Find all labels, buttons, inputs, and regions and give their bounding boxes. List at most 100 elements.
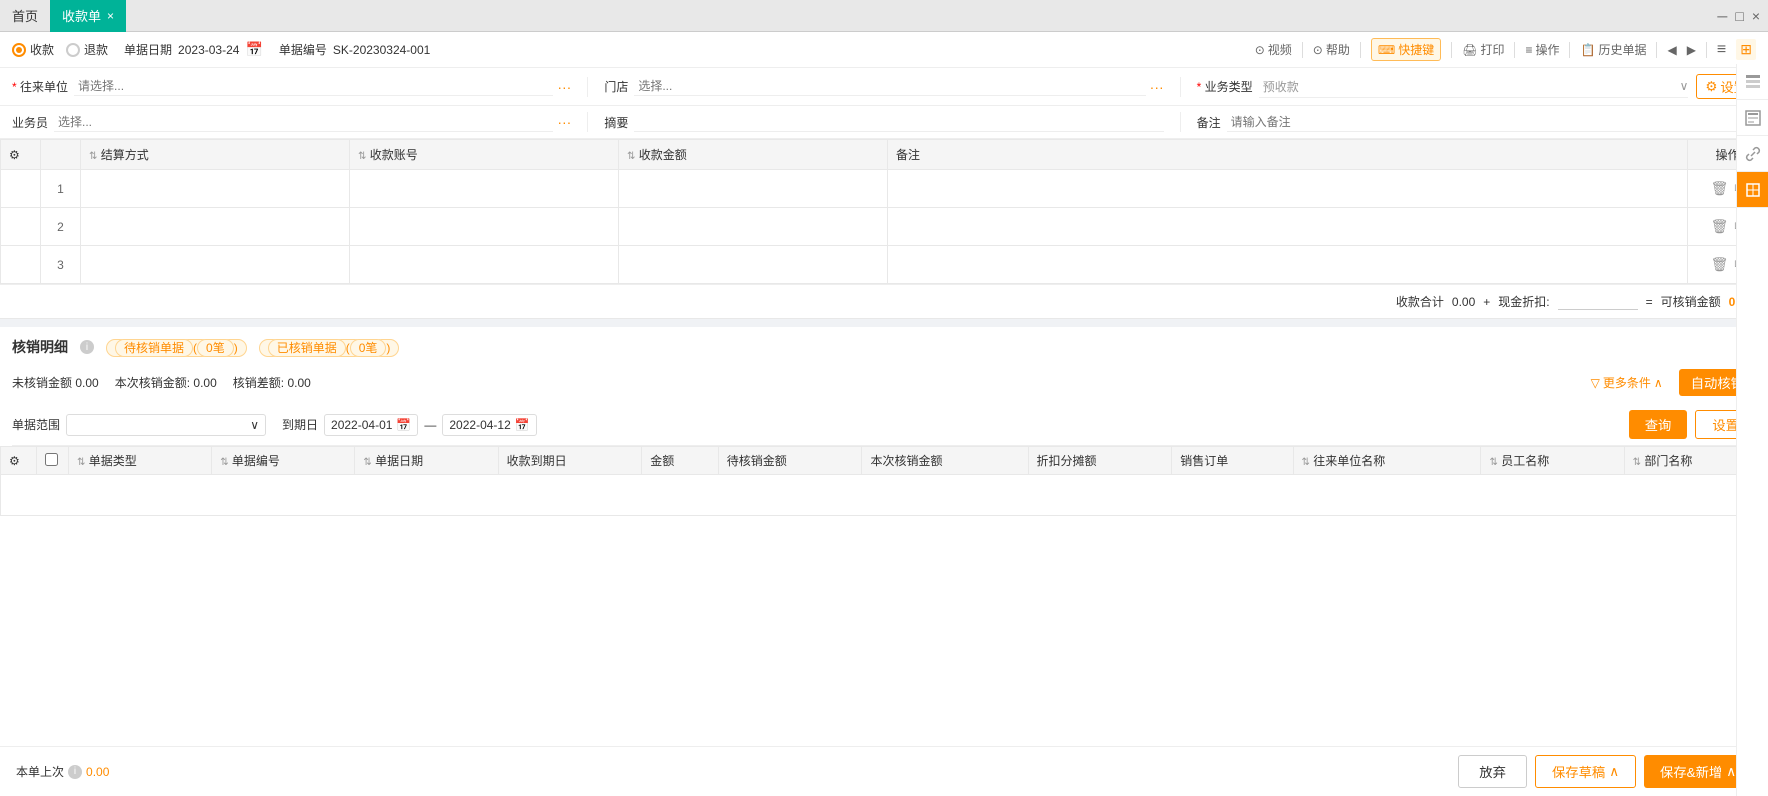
nav-prev-icon[interactable]: ◀	[1667, 43, 1676, 57]
store-more-btn[interactable]: ···	[1150, 79, 1164, 95]
calendar-end-icon[interactable]: 📅	[515, 418, 530, 432]
sort-staff-name: ⇅	[1489, 457, 1497, 468]
vendor-more-btn[interactable]: ···	[557, 79, 571, 95]
bth-settings[interactable]: ⚙	[1, 447, 37, 475]
td-num-1: 1	[41, 170, 81, 208]
bth-amount: 金额	[642, 447, 719, 475]
filter-row: 单据范围 ∨ 到期日 2022-04-01 📅 — 2022-04-12 📅	[12, 404, 1756, 446]
more-conditions-btn[interactable]: ▽ 更多条件 ∧	[1591, 374, 1663, 391]
td-remarks-2[interactable]	[888, 208, 1688, 246]
main-content: 收款 退款 单据日期 2023-03-24 📅 单据编号 SK-20230324…	[0, 32, 1768, 796]
biz-type-label: 业务类型	[1197, 78, 1253, 95]
select-all-checkbox[interactable]	[45, 453, 58, 466]
calendar-start-icon[interactable]: 📅	[396, 418, 411, 432]
remarks-input[interactable]	[1227, 113, 1756, 132]
delete-icon-3[interactable]: 🗑	[1711, 256, 1729, 273]
form-sep1	[587, 77, 588, 97]
save-new-arrow-icon[interactable]: ∧	[1726, 764, 1736, 780]
bth-checkbox[interactable]	[37, 447, 69, 475]
td-settlement-1[interactable]	[81, 170, 350, 208]
date-calendar-icon[interactable]: 📅	[245, 41, 262, 58]
td-amount-1[interactable]	[619, 170, 888, 208]
vendor-input[interactable]	[74, 77, 553, 96]
staff-input[interactable]	[54, 113, 553, 132]
action-help[interactable]: ⊙ 帮助	[1313, 41, 1350, 58]
td-settings-2	[1, 208, 41, 246]
td-remarks-1[interactable]	[888, 170, 1688, 208]
tab-close-icon[interactable]: ×	[107, 9, 114, 23]
action-ops[interactable]: ≡ 操作	[1525, 41, 1559, 58]
tab-pending[interactable]: 待核销单据(0笔)	[106, 339, 247, 356]
divider7	[1706, 42, 1707, 58]
biz-type-select[interactable]: 预收款 ∨	[1259, 76, 1689, 98]
bth-due-date-label: 收款到期日	[507, 454, 567, 468]
td-amount-2[interactable]	[619, 208, 888, 246]
th-settlement: ⇅ 结算方式	[81, 140, 350, 170]
divider3	[1451, 42, 1452, 58]
bth-discount: 折扣分摊额	[1028, 447, 1172, 475]
store-input[interactable]	[634, 77, 1145, 96]
biz-type-field: 业务类型 预收款 ∨ ⚙ 设置	[1197, 74, 1756, 99]
td-account-1[interactable]	[350, 170, 619, 208]
unchecked-value: 0.00	[75, 376, 98, 390]
right-sidebar	[1736, 64, 1768, 796]
divider1	[1302, 42, 1303, 58]
save-draft-arrow-icon[interactable]: ∧	[1609, 764, 1619, 780]
sidebar-icon-expand[interactable]	[1737, 172, 1768, 208]
top-form: 收款 退款 单据日期 2023-03-24 📅 单据编号 SK-20230324…	[0, 32, 1768, 319]
save-draft-btn[interactable]: 保存草稿 ∧	[1535, 755, 1636, 788]
staff-field: 业务员 ···	[12, 113, 571, 132]
action-shortcut[interactable]: ⌨ 快捷键	[1371, 38, 1441, 61]
action-history[interactable]: 📋 历史单据	[1580, 41, 1646, 58]
due-date-label: 到期日	[282, 416, 318, 433]
list-view-icon[interactable]: ≡	[1717, 41, 1726, 59]
td-amount-3[interactable]	[619, 246, 888, 284]
date-end-input[interactable]: 2022-04-12 📅	[442, 414, 536, 436]
td-settlement-2[interactable]	[81, 208, 350, 246]
bth-sales-order: 销售订单	[1172, 447, 1293, 475]
radio-refund-label: 退款	[84, 41, 108, 58]
td-remarks-3[interactable]	[888, 246, 1688, 284]
verify-info-icon[interactable]: i	[80, 340, 94, 354]
radio-refund[interactable]: 退款	[66, 41, 108, 58]
date-range-separator: —	[424, 418, 436, 432]
window-max-icon[interactable]: □	[1735, 8, 1743, 24]
td-settlement-3[interactable]	[81, 246, 350, 284]
equals-sign: =	[1646, 295, 1653, 309]
discount-input[interactable]	[1558, 294, 1638, 310]
date-start-input[interactable]: 2022-04-01 📅	[324, 414, 418, 436]
form-icon	[1745, 110, 1761, 126]
radio-collect-label: 收款	[30, 41, 54, 58]
form-row-1: 往来单位 ··· 门店 ··· 业务类型 预收款 ∨ ⚙ 设置	[0, 68, 1768, 106]
sidebar-icon-link[interactable]	[1737, 136, 1768, 172]
tab-done[interactable]: 已核销单据(0笔)	[259, 339, 400, 356]
nav-next-icon[interactable]: ▶	[1687, 43, 1696, 57]
tab-home[interactable]: 首页	[0, 0, 50, 32]
header-row: 收款 退款 单据日期 2023-03-24 📅 单据编号 SK-20230324…	[0, 32, 1768, 68]
delete-icon-2[interactable]: 🗑	[1711, 218, 1729, 235]
bth-bill-no: ⇅ 单据编号	[212, 447, 355, 475]
sidebar-icon-form[interactable]	[1737, 100, 1768, 136]
bth-bill-type-label: 单据类型	[89, 454, 137, 468]
footer-info-icon[interactable]: i	[68, 765, 82, 779]
range-select[interactable]: ∨	[66, 414, 266, 436]
grid-view-icon[interactable]: ⊞	[1736, 39, 1756, 60]
tab-receipt[interactable]: 收款单 ×	[50, 0, 126, 32]
history-icon: 📋	[1580, 43, 1595, 57]
td-account-2[interactable]	[350, 208, 619, 246]
delete-icon-1[interactable]: 🗑	[1711, 180, 1729, 197]
abandon-btn[interactable]: 放弃	[1458, 755, 1527, 788]
th-settings[interactable]: ⚙	[1, 140, 41, 170]
verify-header: 核销明细 i 待核销单据(0笔) 已核销单据(0笔)	[12, 337, 1756, 357]
summary-input[interactable]	[634, 113, 1163, 132]
staff-more-btn[interactable]: ···	[557, 114, 571, 130]
sidebar-icon-table[interactable]	[1737, 64, 1768, 100]
table-body: 1 🗑 ⧉ 2	[1, 170, 1768, 284]
action-print[interactable]: 🖨 打印	[1462, 41, 1504, 58]
radio-collect[interactable]: 收款	[12, 41, 54, 58]
window-min-icon[interactable]: ─	[1717, 8, 1727, 24]
window-close-icon[interactable]: ×	[1752, 8, 1760, 24]
td-account-3[interactable]	[350, 246, 619, 284]
action-video[interactable]: ⊙ 视频	[1255, 41, 1292, 58]
query-btn[interactable]: 查询	[1629, 410, 1688, 439]
